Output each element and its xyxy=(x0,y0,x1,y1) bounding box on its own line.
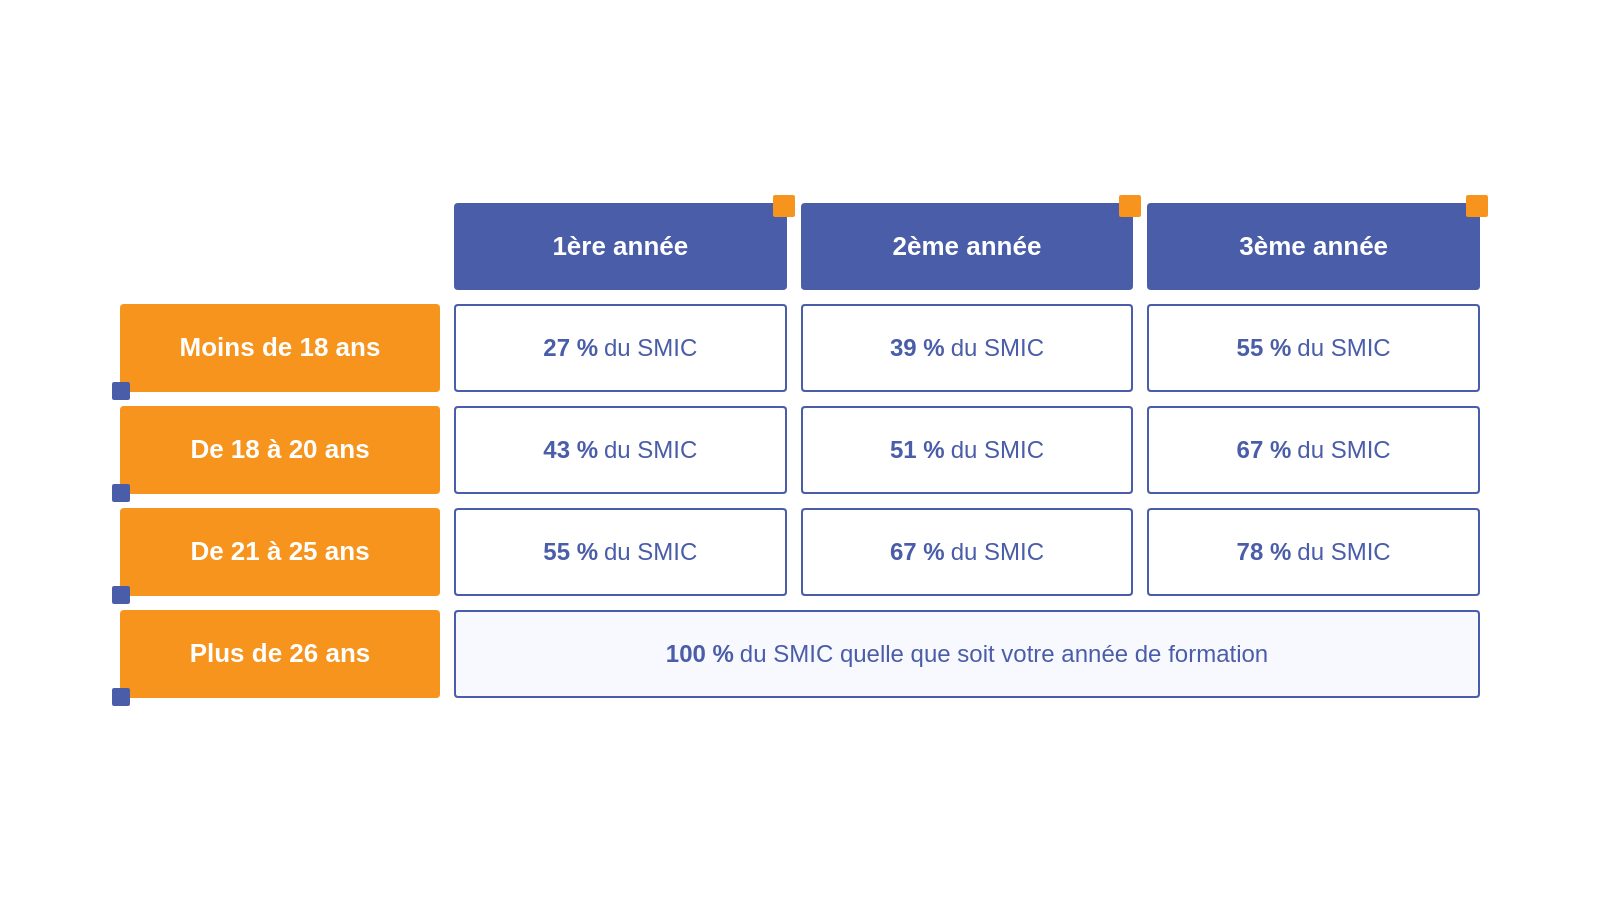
age-label-row3: De 21 à 25 ans xyxy=(120,508,440,596)
main-grid: 1ère année 2ème année 3ème année Moins d… xyxy=(120,203,1480,698)
data-row2-col3: 67 % du SMIC xyxy=(1147,406,1480,494)
data-row2-col1: 43 % du SMIC xyxy=(454,406,787,494)
age-label-row4: Plus de 26 ans xyxy=(120,610,440,698)
data-row3-col3: 78 % du SMIC xyxy=(1147,508,1480,596)
data-row1-col1: 27 % du SMIC xyxy=(454,304,787,392)
data-row1-col2: 39 % du SMIC xyxy=(801,304,1134,392)
header-col3: 3ème année xyxy=(1147,203,1480,290)
header-empty-cell xyxy=(120,203,440,290)
data-row3-col1: 55 % du SMIC xyxy=(454,508,787,596)
table-wrapper: 1ère année 2ème année 3ème année Moins d… xyxy=(100,163,1500,738)
data-row1-col3: 55 % du SMIC xyxy=(1147,304,1480,392)
data-row3-col2: 67 % du SMIC xyxy=(801,508,1134,596)
header-col2: 2ème année xyxy=(801,203,1134,290)
header-col1: 1ère année xyxy=(454,203,787,290)
age-label-row2: De 18 à 20 ans xyxy=(120,406,440,494)
data-row4-wide: 100 % du SMIC quelle que soit votre anné… xyxy=(454,610,1480,698)
data-row2-col2: 51 % du SMIC xyxy=(801,406,1134,494)
age-label-row1: Moins de 18 ans xyxy=(120,304,440,392)
